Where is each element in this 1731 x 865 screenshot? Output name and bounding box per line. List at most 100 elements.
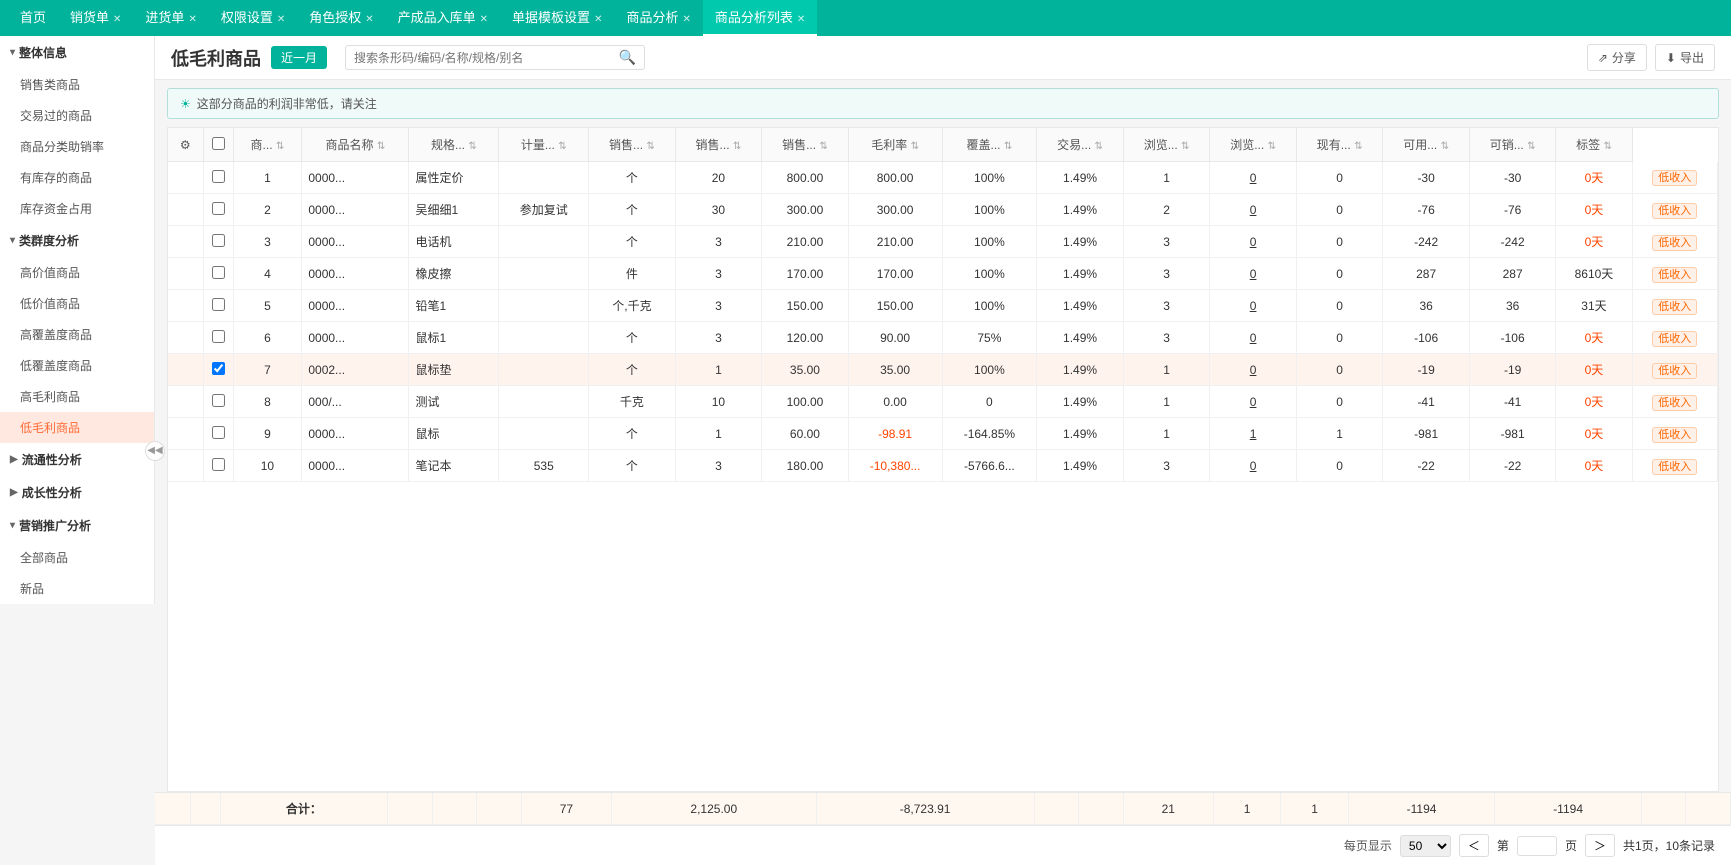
browse1-link-3[interactable]: 0	[1250, 267, 1257, 281]
col-browse1[interactable]: 浏览... ⇅	[1123, 128, 1210, 162]
browse1-link-7[interactable]: 0	[1250, 395, 1257, 409]
sidebar-item-low-coverage[interactable]: 低覆盖度商品	[0, 350, 154, 381]
col-coverage[interactable]: 覆盖... ⇅	[942, 128, 1037, 162]
prev-page-button[interactable]: ＜	[1459, 834, 1489, 857]
cell-gear-2[interactable]	[168, 226, 203, 258]
cell-name-5[interactable]: 鼠标1	[409, 322, 499, 354]
cell-gear-8[interactable]	[168, 418, 203, 450]
col-spec[interactable]: 规格... ⇅	[409, 128, 499, 162]
page-number-input[interactable]: 1	[1517, 836, 1557, 856]
per-page-select[interactable]: 50 100 200	[1400, 835, 1451, 857]
row-checkbox-1[interactable]	[212, 202, 225, 215]
col-saleable[interactable]: 可销... ⇅	[1469, 128, 1556, 162]
cell-browse1-3[interactable]: 0	[1210, 258, 1297, 290]
sidebar-collapse-button[interactable]: ◀◀	[145, 441, 165, 461]
row-checkbox-2[interactable]	[212, 234, 225, 247]
cell-checkbox-9[interactable]	[203, 450, 233, 482]
cell-name-4[interactable]: 铅笔1	[409, 290, 499, 322]
sidebar-item-in-stock[interactable]: 有库存的商品	[0, 162, 154, 193]
cell-browse1-6[interactable]: 0	[1210, 354, 1297, 386]
sidebar-item-high-value[interactable]: 高价值商品	[0, 257, 154, 288]
col-sales-qty[interactable]: 销售... ⇅	[589, 128, 676, 162]
cell-checkbox-5[interactable]	[203, 322, 233, 354]
nav-product-analysis[interactable]: 商品分析✕	[614, 0, 702, 36]
nav-finished-goods[interactable]: 产成品入库单✕	[386, 0, 500, 36]
nav-sales[interactable]: 销货单✕	[58, 0, 133, 36]
cell-gear-0[interactable]	[168, 162, 203, 194]
sidebar-item-high-margin[interactable]: 高毛利商品	[0, 381, 154, 412]
col-available[interactable]: 可用... ⇅	[1383, 128, 1470, 162]
cell-browse1-1[interactable]: 0	[1210, 194, 1297, 226]
cell-name-6[interactable]: 鼠标垫	[409, 354, 499, 386]
col-browse2[interactable]: 浏览... ⇅	[1210, 128, 1297, 162]
sidebar-item-category-rate[interactable]: 商品分类助销率	[0, 131, 154, 162]
row-checkbox-6[interactable]	[212, 362, 225, 375]
browse1-link-9[interactable]: 0	[1250, 459, 1257, 473]
browse1-link-0[interactable]: 0	[1250, 171, 1257, 185]
next-page-button[interactable]: ＞	[1585, 834, 1615, 857]
nav-close-sales[interactable]: ✕	[113, 14, 121, 25]
time-filter-button[interactable]: 近一月	[271, 46, 327, 69]
col-tag[interactable]: 标签 ⇅	[1556, 128, 1632, 162]
nav-permissions[interactable]: 权限设置✕	[209, 0, 297, 36]
sidebar-item-low-margin[interactable]: 低毛利商品	[0, 412, 154, 443]
select-all-checkbox[interactable]	[212, 137, 225, 150]
cell-checkbox-8[interactable]	[203, 418, 233, 450]
cell-browse1-5[interactable]: 0	[1210, 322, 1297, 354]
cell-name-7[interactable]: 测试	[409, 386, 499, 418]
row-checkbox-9[interactable]	[212, 458, 225, 471]
cell-browse1-7[interactable]: 0	[1210, 386, 1297, 418]
col-unit[interactable]: 计量... ⇅	[499, 128, 589, 162]
nav-close-templates[interactable]: ✕	[594, 14, 602, 25]
col-sales-profit[interactable]: 销售... ⇅	[762, 128, 849, 162]
col-checkbox[interactable]	[203, 128, 233, 162]
cell-gear-9[interactable]	[168, 450, 203, 482]
row-checkbox-5[interactable]	[212, 330, 225, 343]
col-code[interactable]: 商... ⇅	[233, 128, 302, 162]
nav-home[interactable]: 首页	[8, 0, 58, 36]
sidebar-item-all-products[interactable]: 全部商品	[0, 542, 154, 573]
cell-checkbox-6[interactable]	[203, 354, 233, 386]
cell-browse1-9[interactable]: 0	[1210, 450, 1297, 482]
cell-name-2[interactable]: 电话机	[409, 226, 499, 258]
row-checkbox-3[interactable]	[212, 266, 225, 279]
col-gross-rate[interactable]: 毛利率 ⇅	[848, 128, 942, 162]
sidebar-item-low-value[interactable]: 低价值商品	[0, 288, 154, 319]
cell-checkbox-1[interactable]	[203, 194, 233, 226]
cell-gear-7[interactable]	[168, 386, 203, 418]
col-current-stock[interactable]: 现有... ⇅	[1296, 128, 1383, 162]
nav-close-purchase[interactable]: ✕	[188, 14, 196, 25]
cell-browse1-2[interactable]: 0	[1210, 226, 1297, 258]
cell-name-8[interactable]: 鼠标	[409, 418, 499, 450]
export-button[interactable]: ⬇ 导出	[1655, 44, 1715, 71]
sidebar-item-high-coverage[interactable]: 高覆盖度商品	[0, 319, 154, 350]
cell-checkbox-0[interactable]	[203, 162, 233, 194]
cell-browse1-0[interactable]: 0	[1210, 162, 1297, 194]
sidebar-item-new-products[interactable]: 新品	[0, 573, 154, 604]
browse1-link-5[interactable]: 0	[1250, 331, 1257, 345]
cell-gear-4[interactable]	[168, 290, 203, 322]
browse1-link-8[interactable]: 1	[1250, 427, 1257, 441]
sidebar-item-traded-products[interactable]: 交易过的商品	[0, 100, 154, 131]
cell-gear-5[interactable]	[168, 322, 203, 354]
sidebar-section-header-cluster[interactable]: ▾ 类群度分析	[0, 224, 154, 257]
row-checkbox-4[interactable]	[212, 298, 225, 311]
browse1-link-2[interactable]: 0	[1250, 235, 1257, 249]
nav-close-product-analysis[interactable]: ✕	[682, 14, 690, 25]
cell-checkbox-2[interactable]	[203, 226, 233, 258]
cell-checkbox-4[interactable]	[203, 290, 233, 322]
nav-close-roles[interactable]: ✕	[365, 14, 373, 25]
share-button[interactable]: ⇗ 分享	[1587, 44, 1647, 71]
nav-close-permissions[interactable]: ✕	[277, 14, 285, 25]
cell-name-1[interactable]: 吴细细1	[409, 194, 499, 226]
cell-browse1-4[interactable]: 0	[1210, 290, 1297, 322]
row-checkbox-0[interactable]	[212, 170, 225, 183]
cell-checkbox-7[interactable]	[203, 386, 233, 418]
cell-gear-1[interactable]	[168, 194, 203, 226]
sidebar-section-header-overview[interactable]: ▾ 整体信息	[0, 36, 154, 69]
browse1-link-4[interactable]: 0	[1250, 299, 1257, 313]
cell-browse1-8[interactable]: 1	[1210, 418, 1297, 450]
row-checkbox-8[interactable]	[212, 426, 225, 439]
sidebar-section-header-growth[interactable]: ▶ 成长性分析	[0, 476, 154, 509]
sidebar-section-header-circulation[interactable]: ▶ 流通性分析	[0, 443, 154, 476]
